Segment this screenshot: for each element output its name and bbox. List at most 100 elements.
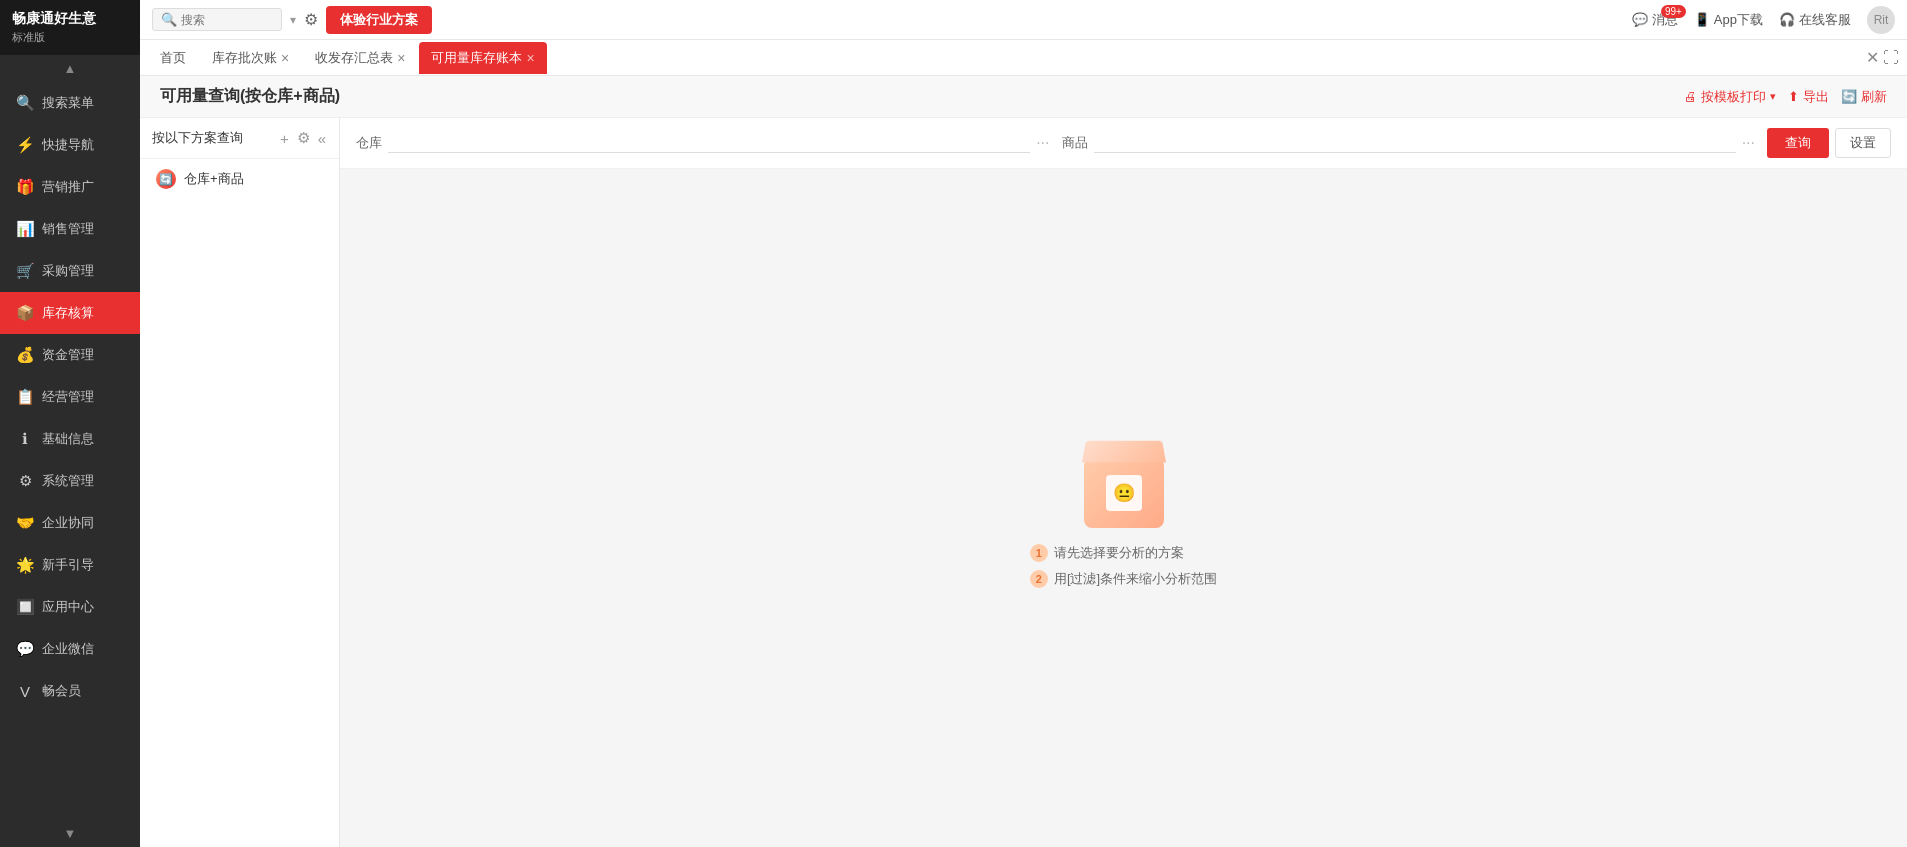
sidebar-icon-14: V [16, 682, 34, 700]
content-area: 按以下方案查询 + ⚙ « 🔄 仓库+商品 仓库 ··· [140, 118, 1907, 847]
filter-warehouse-input[interactable] [388, 133, 1030, 153]
left-panel-settings-btn[interactable]: ⚙ [296, 128, 311, 148]
print-btn[interactable]: 🖨 按模板打印 ▾ [1684, 88, 1776, 106]
sidebar-icon-4: 🛒 [16, 262, 34, 280]
filter-product-field: 商品 ··· [1062, 133, 1756, 153]
sidebar-icon-7: 📋 [16, 388, 34, 406]
left-panel-add-btn[interactable]: + [279, 129, 290, 148]
tabs-expand-btn[interactable]: ⛶ [1883, 49, 1899, 67]
tabs-close-btn[interactable]: ✕ [1866, 48, 1879, 67]
sidebar-icon-8: ℹ [16, 430, 34, 448]
sidebar-icon-11: 🌟 [16, 556, 34, 574]
sidebar-label-5: 库存核算 [42, 304, 94, 322]
sidebar-scroll-down[interactable]: ▼ [0, 820, 140, 847]
sidebar-item-采购管理[interactable]: 🛒 采购管理 [0, 250, 140, 292]
sidebar-item-快捷导航[interactable]: ⚡ 快捷导航 [0, 124, 140, 166]
topbar-message[interactable]: 💬 消息 99+ [1632, 11, 1678, 29]
query-btn[interactable]: 查询 [1767, 128, 1829, 158]
tab-可用量库存账本[interactable]: 可用量库存账本 × [419, 42, 546, 74]
sidebar-item-搜索菜单[interactable]: 🔍 搜索菜单 [0, 82, 140, 124]
app-download-label: App下载 [1714, 11, 1763, 29]
empty-state-line-2: 2 用[过滤]条件来缩小分析范围 [1030, 570, 1217, 588]
sidebar-label-6: 资金管理 [42, 346, 94, 364]
topbar-app-download[interactable]: 📱 App下载 [1694, 11, 1763, 29]
app-title: 畅康通好生意 [12, 10, 128, 28]
sidebar-icon-12: 🔲 [16, 598, 34, 616]
page-header: 可用量查询(按仓库+商品) 🖨 按模板打印 ▾ ⬆ 导出 🔄 刷新 [140, 76, 1907, 118]
trial-btn[interactable]: 体验行业方案 [326, 6, 432, 34]
sidebar-item-畅会员[interactable]: V 畅会员 [0, 670, 140, 712]
filter-warehouse-field: 仓库 ··· [356, 133, 1050, 153]
tab-收发存汇总表[interactable]: 收发存汇总表 × [303, 42, 417, 74]
tab-label-2: 收发存汇总表 [315, 49, 393, 67]
topbar-gear-btn[interactable]: ⚙ [304, 10, 318, 29]
filter-warehouse-dots[interactable]: ··· [1036, 134, 1049, 152]
sidebar-item-库存核算[interactable]: 📦 库存核算 [0, 292, 140, 334]
sidebar-label-0: 搜索菜单 [42, 94, 94, 112]
sidebar-scroll-up[interactable]: ▲ [0, 55, 140, 82]
sidebar-item-销售管理[interactable]: 📊 销售管理 [0, 208, 140, 250]
topbar-right: 💬 消息 99+ 📱 App下载 🎧 在线客服 Rit [1632, 6, 1895, 34]
page-header-actions: 🖨 按模板打印 ▾ ⬆ 导出 🔄 刷新 [1684, 88, 1887, 106]
sidebar-label-4: 采购管理 [42, 262, 94, 280]
print-label: 按模板打印 [1701, 88, 1766, 106]
empty-state: 😐 1 请先选择要分析的方案 2 用[过滤]条件来缩小分析范围 [340, 169, 1907, 847]
empty-illustration: 😐 [1064, 428, 1184, 528]
sidebar-item-资金管理[interactable]: 💰 资金管理 [0, 334, 140, 376]
sidebar-icon-1: ⚡ [16, 136, 34, 154]
topbar-customer-service[interactable]: 🎧 在线客服 [1779, 11, 1851, 29]
sidebar-label-14: 畅会员 [42, 682, 81, 700]
left-panel-item-warehouse-product[interactable]: 🔄 仓库+商品 [140, 159, 339, 199]
tab-close-2[interactable]: × [397, 51, 405, 65]
tab-close-1[interactable]: × [281, 51, 289, 65]
left-panel: 按以下方案查询 + ⚙ « 🔄 仓库+商品 [140, 118, 340, 847]
message-badge: 99+ [1661, 5, 1686, 18]
left-panel-item-label: 仓库+商品 [184, 170, 244, 188]
export-btn[interactable]: ⬆ 导出 [1788, 88, 1829, 106]
tab-首页[interactable]: 首页 [148, 42, 198, 74]
tab-close-3[interactable]: × [526, 51, 534, 65]
customer-service-label: 在线客服 [1799, 11, 1851, 29]
refresh-btn[interactable]: 🔄 刷新 [1841, 88, 1887, 106]
tab-库存批次账[interactable]: 库存批次账 × [200, 42, 301, 74]
sidebar: 畅康通好生意 标准版 ▲ 🔍 搜索菜单 ⚡ 快捷导航 🎁 营销推广 📊 销售管理… [0, 0, 140, 847]
sidebar-item-经营管理[interactable]: 📋 经营管理 [0, 376, 140, 418]
sidebar-item-系统管理[interactable]: ⚙ 系统管理 [0, 460, 140, 502]
sidebar-icon-10: 🤝 [16, 514, 34, 532]
sidebar-icon-3: 📊 [16, 220, 34, 238]
avatar-text: Rit [1874, 13, 1889, 27]
sidebar-label-9: 系统管理 [42, 472, 94, 490]
empty-state-text: 1 请先选择要分析的方案 2 用[过滤]条件来缩小分析范围 [1030, 544, 1217, 588]
filter-product-input[interactable] [1094, 133, 1736, 153]
sidebar-icon-13: 💬 [16, 640, 34, 658]
sidebar-item-企业协同[interactable]: 🤝 企业协同 [0, 502, 140, 544]
tab-label-1: 库存批次账 [212, 49, 277, 67]
sidebar-icon-5: 📦 [16, 304, 34, 322]
filter-product-dots[interactable]: ··· [1742, 134, 1755, 152]
headset-icon: 🎧 [1779, 12, 1795, 27]
sidebar-item-基础信息[interactable]: ℹ 基础信息 [0, 418, 140, 460]
sidebar-item-营销推广[interactable]: 🎁 营销推广 [0, 166, 140, 208]
left-panel-collapse-btn[interactable]: « [317, 129, 327, 148]
refresh-label: 刷新 [1861, 88, 1887, 106]
tab-bar: 首页库存批次账 × 收发存汇总表 × 可用量库存账本 × ✕ ⛶ [140, 40, 1907, 76]
topbar: 🔍 ▾ ⚙ 体验行业方案 💬 消息 99+ 📱 App下载 🎧 在线客服 Rit [140, 0, 1907, 40]
sidebar-item-应用中心[interactable]: 🔲 应用中心 [0, 586, 140, 628]
topbar-search-box[interactable]: 🔍 [152, 8, 282, 31]
tab-label-3: 可用量库存账本 [431, 49, 522, 67]
sidebar-label-2: 营销推广 [42, 178, 94, 196]
sidebar-label-13: 企业微信 [42, 640, 94, 658]
sidebar-item-企业微信[interactable]: 💬 企业微信 [0, 628, 140, 670]
settings-btn[interactable]: 设置 [1835, 128, 1891, 158]
sidebar-item-新手引导[interactable]: 🌟 新手引导 [0, 544, 140, 586]
empty-state-line-1: 1 请先选择要分析的方案 [1030, 544, 1217, 562]
sidebar-label-10: 企业协同 [42, 514, 94, 532]
user-avatar[interactable]: Rit [1867, 6, 1895, 34]
sidebar-icon-0: 🔍 [16, 94, 34, 112]
topbar-dropdown-btn[interactable]: ▾ [290, 13, 296, 27]
filter-actions: 查询 设置 [1767, 128, 1891, 158]
sidebar-nav: 🔍 搜索菜单 ⚡ 快捷导航 🎁 营销推广 📊 销售管理 🛒 采购管理 📦 库存核… [0, 82, 140, 820]
empty-state-text-2: 用[过滤]条件来缩小分析范围 [1054, 570, 1217, 588]
search-input[interactable] [181, 13, 271, 27]
sidebar-label-8: 基础信息 [42, 430, 94, 448]
